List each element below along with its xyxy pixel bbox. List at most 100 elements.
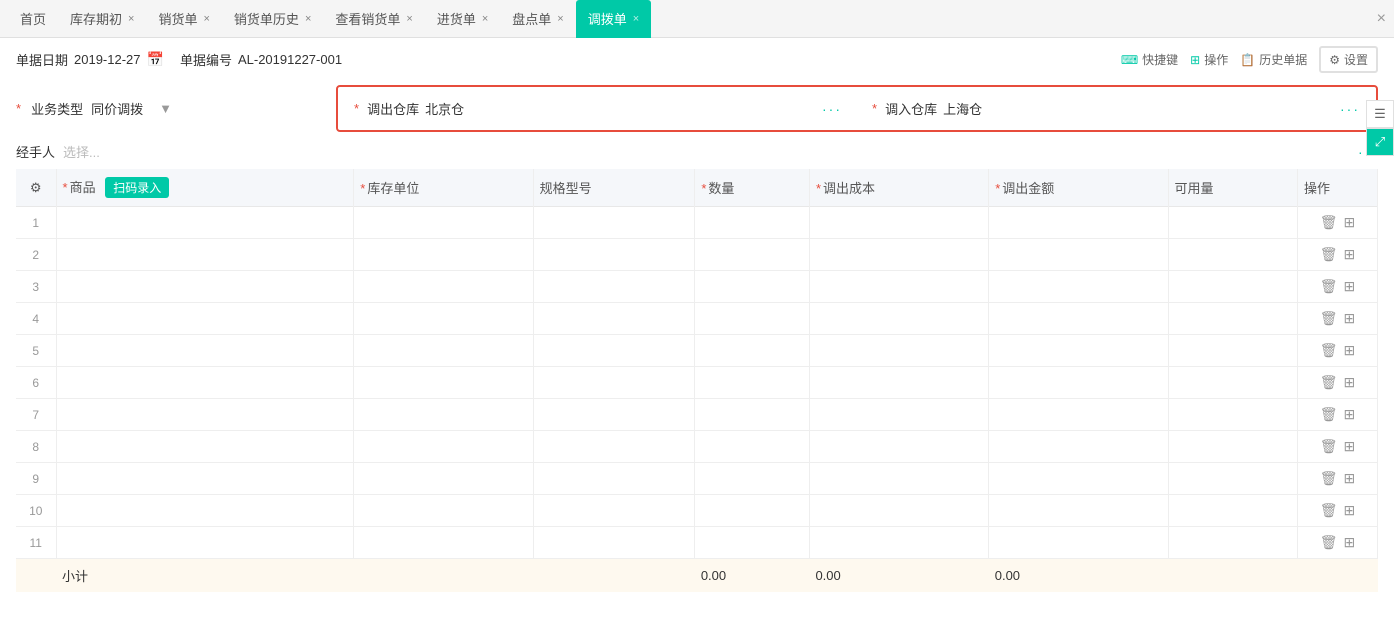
gear-col-header[interactable]: ⚙ (16, 169, 56, 207)
row-unit[interactable] (354, 271, 533, 303)
tab-inventory-init[interactable]: 库存期初 × (58, 0, 146, 38)
row-cost[interactable] (809, 431, 988, 463)
row-unit[interactable] (354, 207, 533, 239)
delete-icon[interactable]: 🗑 (1320, 278, 1338, 295)
row-spec[interactable] (533, 495, 695, 527)
row-cost[interactable] (809, 527, 988, 559)
row-spec[interactable] (533, 239, 695, 271)
row-available[interactable] (1168, 495, 1297, 527)
transfer-in-value[interactable]: 上海仓 (943, 99, 982, 118)
row-unit[interactable] (354, 367, 533, 399)
row-available[interactable] (1168, 399, 1297, 431)
row-product[interactable] (56, 431, 354, 463)
row-amount[interactable] (989, 463, 1168, 495)
row-product[interactable] (56, 399, 354, 431)
row-cost[interactable] (809, 367, 988, 399)
transfer-out-more[interactable]: ··· (822, 101, 842, 117)
delete-icon[interactable]: 🗑 (1320, 342, 1338, 359)
delete-icon[interactable]: 🗑 (1320, 406, 1338, 423)
row-product[interactable] (56, 495, 354, 527)
tab-sales-history[interactable]: 销货单历史 × (222, 0, 323, 38)
row-amount[interactable] (989, 207, 1168, 239)
row-cost[interactable] (809, 399, 988, 431)
close-tab-sales-order[interactable]: × (203, 13, 209, 25)
delete-icon[interactable]: 🗑 (1320, 310, 1338, 327)
row-unit[interactable] (354, 239, 533, 271)
row-available[interactable] (1168, 367, 1297, 399)
tab-view-sales[interactable]: 查看销货单 × (323, 0, 424, 38)
delete-icon[interactable]: 🗑 (1320, 470, 1338, 487)
row-spec[interactable] (533, 463, 695, 495)
row-spec[interactable] (533, 303, 695, 335)
close-tab-transfer[interactable]: × (633, 13, 639, 25)
delete-icon[interactable]: 🗑 (1320, 502, 1338, 519)
right-panel-list-btn[interactable]: ☰ (1366, 100, 1394, 128)
row-amount[interactable] (989, 335, 1168, 367)
row-spec[interactable] (533, 367, 695, 399)
row-product[interactable] (56, 271, 354, 303)
row-amount[interactable] (989, 239, 1168, 271)
row-spec[interactable] (533, 431, 695, 463)
row-available[interactable] (1168, 271, 1297, 303)
row-product[interactable] (56, 527, 354, 559)
row-cost[interactable] (809, 271, 988, 303)
copy-icon[interactable]: ⊞ (1344, 342, 1356, 359)
copy-icon[interactable]: ⊞ (1344, 438, 1356, 455)
close-tab-sales-history[interactable]: × (305, 13, 311, 25)
date-value[interactable]: 2019-12-27 (74, 52, 141, 67)
row-qty[interactable] (695, 303, 810, 335)
tab-home[interactable]: 首页 (8, 0, 58, 38)
row-unit[interactable] (354, 463, 533, 495)
row-product[interactable] (56, 239, 354, 271)
row-spec[interactable] (533, 207, 695, 239)
history-action[interactable]: 📋 历史单据 (1240, 51, 1307, 68)
tab-purchase[interactable]: 进货单 × (425, 0, 500, 38)
row-amount[interactable] (989, 367, 1168, 399)
row-product[interactable] (56, 207, 354, 239)
delete-icon[interactable]: 🗑 (1320, 534, 1338, 551)
copy-icon[interactable]: ⊞ (1344, 374, 1356, 391)
row-cost[interactable] (809, 495, 988, 527)
row-product[interactable] (56, 303, 354, 335)
row-product[interactable] (56, 335, 354, 367)
row-amount[interactable] (989, 527, 1168, 559)
row-qty[interactable] (695, 239, 810, 271)
close-all-tabs-button[interactable]: × (1377, 10, 1386, 28)
copy-icon[interactable]: ⊞ (1344, 406, 1356, 423)
biz-type-dropdown[interactable]: ▼ (159, 101, 172, 116)
settings-button[interactable]: ⚙ 设置 (1319, 46, 1378, 73)
copy-icon[interactable]: ⊞ (1344, 278, 1356, 295)
row-product[interactable] (56, 367, 354, 399)
transfer-out-value[interactable]: 北京仓 (425, 99, 464, 118)
row-unit[interactable] (354, 335, 533, 367)
close-tab-purchase[interactable]: × (482, 13, 488, 25)
row-cost[interactable] (809, 335, 988, 367)
row-qty[interactable] (695, 367, 810, 399)
copy-icon[interactable]: ⊞ (1344, 502, 1356, 519)
row-qty[interactable] (695, 527, 810, 559)
row-amount[interactable] (989, 271, 1168, 303)
calendar-icon[interactable]: 📅 (147, 51, 164, 68)
close-tab-view-sales[interactable]: × (406, 13, 412, 25)
row-spec[interactable] (533, 527, 695, 559)
row-amount[interactable] (989, 399, 1168, 431)
row-available[interactable] (1168, 239, 1297, 271)
copy-icon[interactable]: ⊞ (1344, 214, 1356, 231)
tab-sales-order[interactable]: 销货单 × (146, 0, 221, 38)
gear-icon[interactable]: ⚙ (30, 180, 42, 195)
row-cost[interactable] (809, 207, 988, 239)
row-cost[interactable] (809, 239, 988, 271)
row-qty[interactable] (695, 431, 810, 463)
row-available[interactable] (1168, 527, 1297, 559)
row-available[interactable] (1168, 335, 1297, 367)
row-amount[interactable] (989, 495, 1168, 527)
row-unit[interactable] (354, 431, 533, 463)
row-qty[interactable] (695, 271, 810, 303)
scan-button[interactable]: 扫码录入 (105, 177, 169, 198)
row-available[interactable] (1168, 431, 1297, 463)
operation-action[interactable]: ⊞ 操作 (1190, 51, 1228, 68)
row-cost[interactable] (809, 463, 988, 495)
row-qty[interactable] (695, 495, 810, 527)
row-unit[interactable] (354, 399, 533, 431)
quick-key-action[interactable]: ⌨ 快捷键 (1121, 51, 1178, 68)
